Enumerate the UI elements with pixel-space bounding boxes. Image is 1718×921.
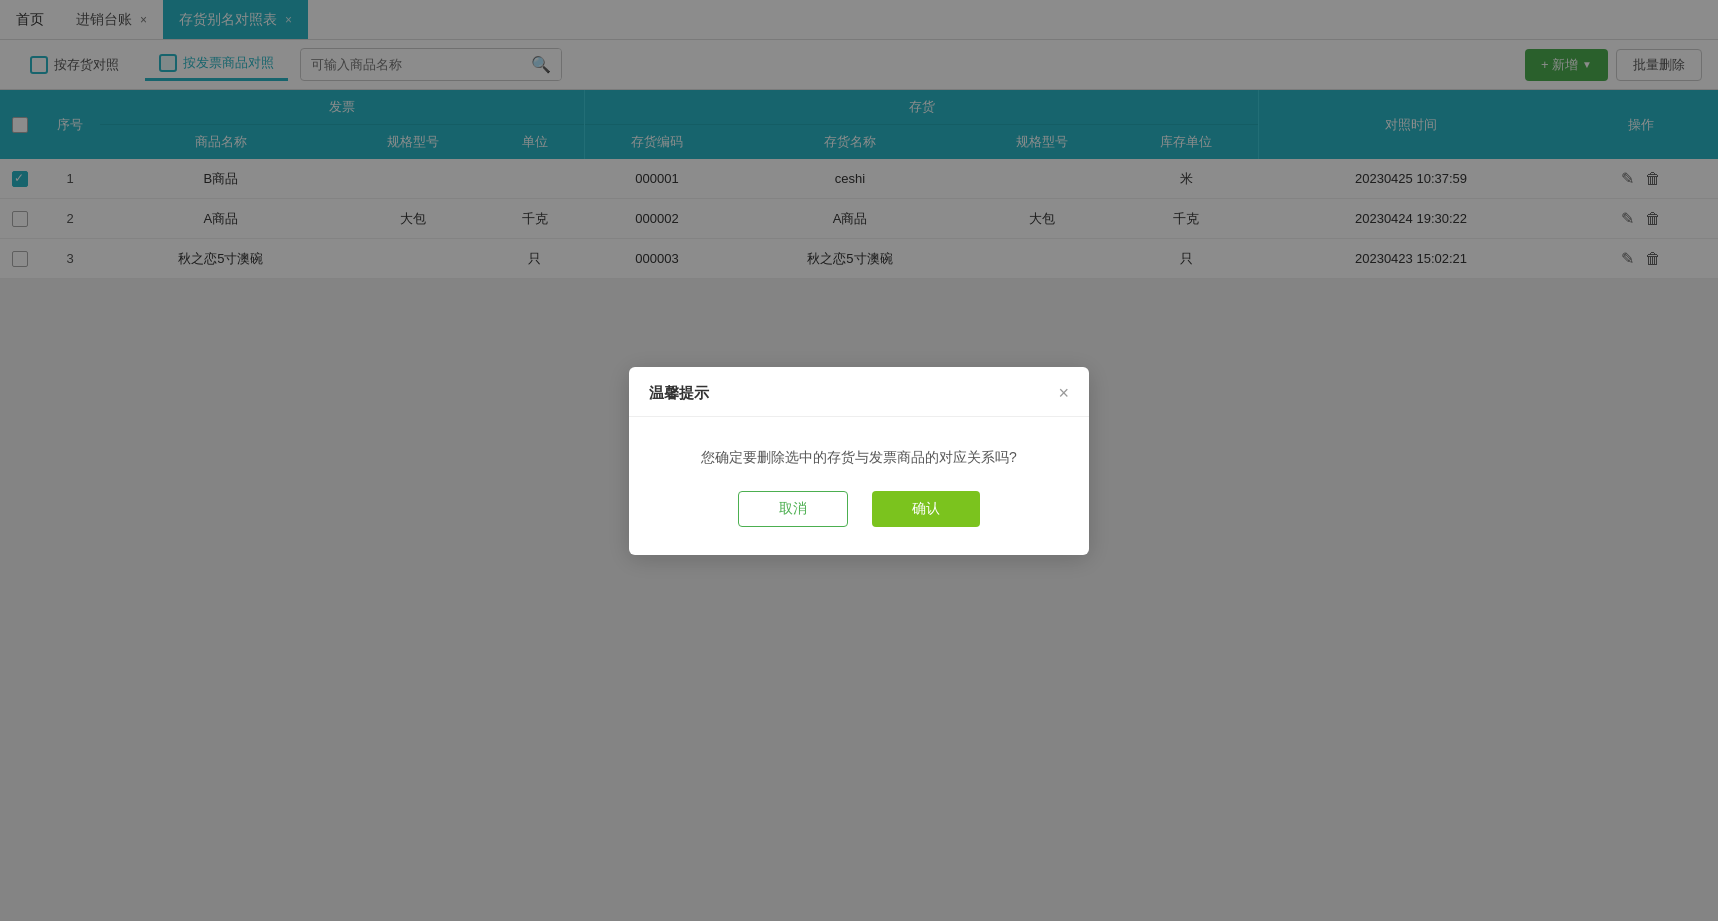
modal-overlay: 温馨提示 × 您确定要删除选中的存货与发票商品的对应关系吗? 取消 确认 [0, 0, 1718, 279]
